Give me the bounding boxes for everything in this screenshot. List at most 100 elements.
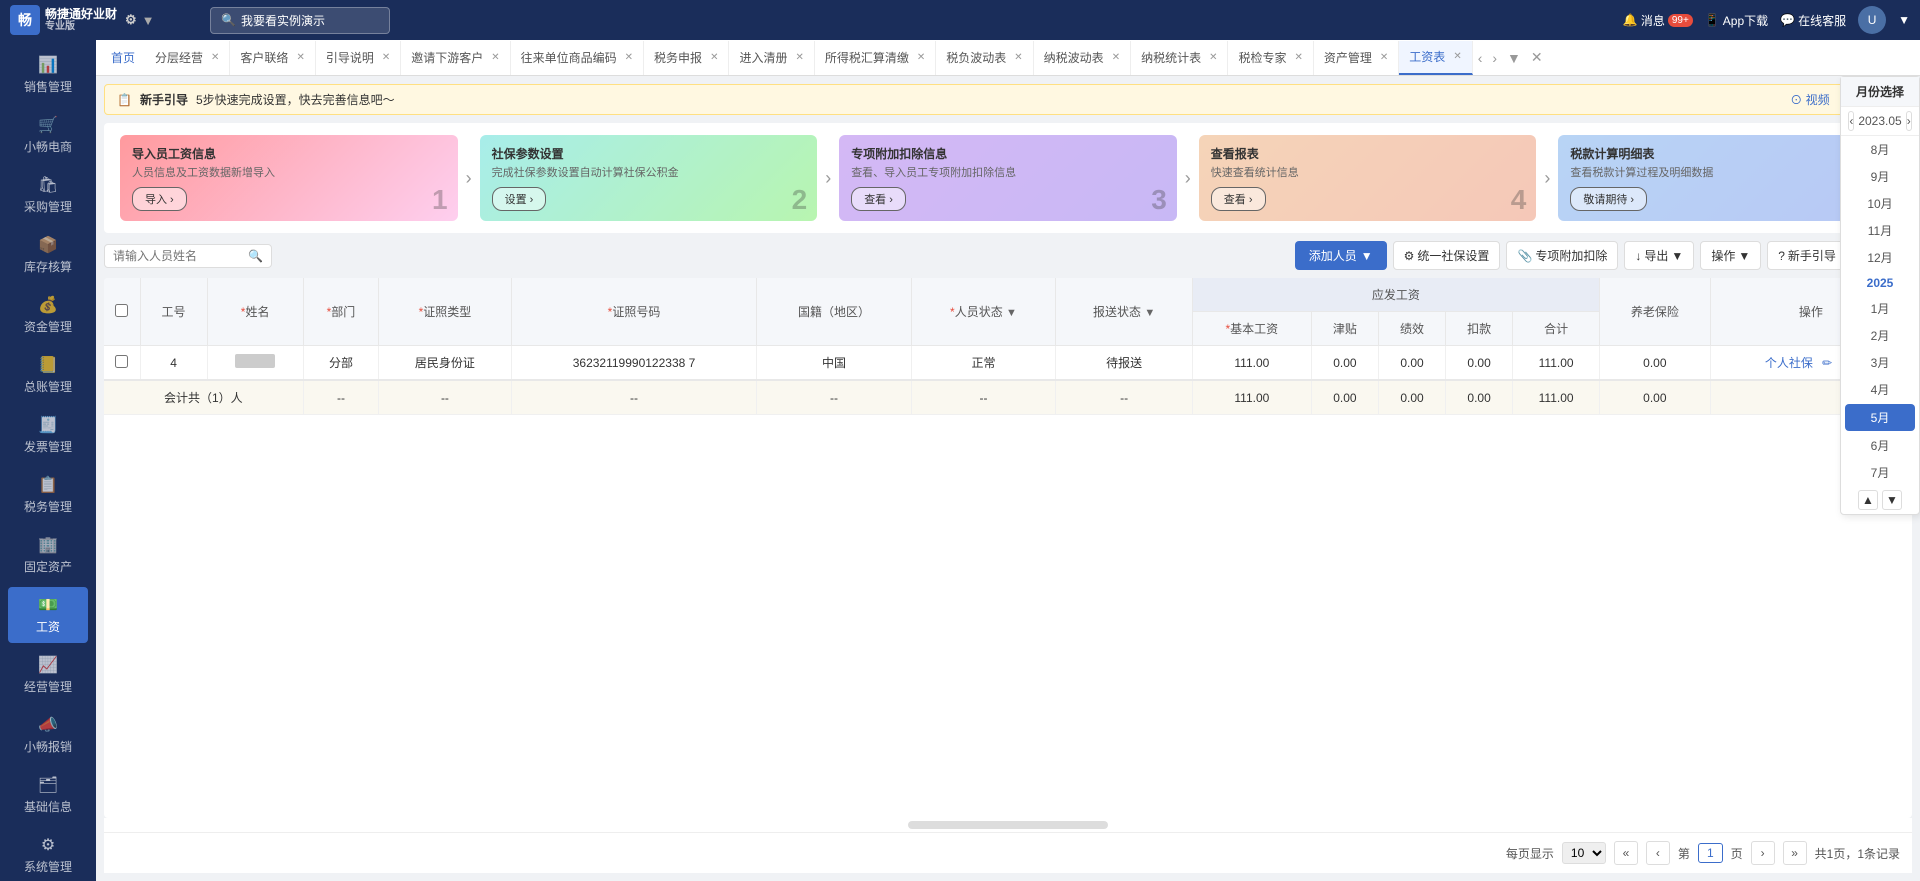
step-view2-btn[interactable]: 查看 › [1211, 187, 1266, 211]
summary-row: 会计共（1）人 -- -- -- -- -- -- 111.00 0.00 0.… [104, 380, 1912, 415]
tab-asset-management[interactable]: 资产管理 ✕ [1314, 41, 1399, 75]
personal-social-link[interactable]: 个人社保 [1765, 356, 1813, 370]
step-title: 导入员工资信息 [132, 145, 446, 162]
tab-tax-burden[interactable]: 税负波动表 ✕ [936, 41, 1033, 75]
first-page-btn[interactable]: « [1614, 841, 1638, 865]
tab-tax-expert[interactable]: 税检专家 ✕ [1228, 41, 1313, 75]
sidebar-item-purchase[interactable]: 🛍 采购管理 [8, 167, 88, 223]
operation-button[interactable]: 操作 ▼ [1700, 241, 1761, 270]
export-button[interactable]: ↓ 导出 ▼ [1624, 241, 1694, 270]
unified-social-button[interactable]: ⚙ 统一社保设置 [1393, 241, 1501, 270]
tab-tax-fluctuation[interactable]: 纳税波动表 ✕ [1034, 41, 1131, 75]
online-service-button[interactable]: 💬 在线客服 [1780, 12, 1846, 29]
month-scroll-down-btn[interactable]: ▼ [1882, 490, 1902, 510]
sidebar-item-ecommerce[interactable]: 🛒 小畅电商 [8, 107, 88, 163]
year-2025-item[interactable]: 2025 [1841, 271, 1919, 295]
tab-close-active-icon[interactable]: ✕ [1453, 51, 1461, 62]
tab-close-icon[interactable]: ✕ [491, 52, 499, 63]
month-item-1[interactable]: 1月 [1841, 295, 1919, 322]
tab-close-icon[interactable]: ✕ [710, 52, 718, 63]
month-item-9[interactable]: 9月 [1841, 163, 1919, 190]
step-import-btn[interactable]: 导入 › [132, 187, 187, 211]
tab-guide-desc[interactable]: 引导说明 ✕ [316, 41, 401, 75]
sidebar-item-salary[interactable]: 💵 工资 [8, 587, 88, 643]
tab-tax-statistics[interactable]: 纳税统计表 ✕ [1131, 41, 1228, 75]
tab-prev-btn[interactable]: ‹ [1473, 50, 1488, 66]
year-next-btn[interactable]: › [1906, 111, 1912, 131]
tab-close-icon[interactable]: ✕ [1209, 52, 1217, 63]
tab-close-icon[interactable]: ✕ [1295, 52, 1303, 63]
new-guide-button[interactable]: ? 新手引导 [1767, 241, 1847, 270]
sidebar-item-finance[interactable]: 💰 资金管理 [8, 287, 88, 343]
sidebar-item-basic[interactable]: 🗂 基础信息 [8, 767, 88, 823]
tab-next-btn[interactable]: › [1487, 50, 1502, 66]
tab-income-tax[interactable]: 所得税汇算清缴 ✕ [815, 41, 936, 75]
demo-search[interactable]: 🔍 我要看实例演示 [210, 7, 390, 34]
row-checkbox[interactable] [115, 355, 128, 368]
horizontal-scrollbar[interactable] [104, 818, 1912, 832]
special-deduction-button[interactable]: 📎 专项附加扣除 [1506, 241, 1618, 270]
tab-close-icon[interactable]: ✕ [795, 52, 803, 63]
month-item-4[interactable]: 4月 [1841, 376, 1919, 403]
tab-close-icon[interactable]: ✕ [917, 52, 925, 63]
month-scroll-up-btn[interactable]: ▲ [1858, 490, 1878, 510]
month-item-11[interactable]: 11月 [1841, 217, 1919, 244]
step-setup-btn[interactable]: 设置 › [492, 187, 547, 211]
search-icon[interactable]: 🔍 [248, 249, 263, 263]
tab-dropdown-btn[interactable]: ▼ [1502, 50, 1526, 66]
step-view-btn[interactable]: 查看 › [851, 187, 906, 211]
month-item-12[interactable]: 12月 [1841, 244, 1919, 271]
guide-video-link[interactable]: ⊙ 视频 [1790, 91, 1829, 108]
sidebar-item-invoice[interactable]: 🧾 发票管理 [8, 407, 88, 463]
month-item-7[interactable]: 7月 [1841, 459, 1919, 486]
per-page-select[interactable]: 10 20 50 [1562, 842, 1606, 864]
sidebar-item-marketing[interactable]: 📣 小畅报销 [8, 707, 88, 763]
tab-product-code[interactable]: 往来单位商品编码 ✕ [511, 41, 644, 75]
add-employee-button[interactable]: 添加人员 ▼ [1295, 241, 1387, 270]
sidebar-item-system[interactable]: ⚙ 系统管理 [8, 827, 88, 881]
app-download-button[interactable]: 📱 App下载 [1705, 12, 1768, 29]
tab-close-icon[interactable]: ✕ [382, 52, 390, 63]
tab-close-icon[interactable]: ✕ [1112, 52, 1120, 63]
next-page-btn[interactable]: › [1751, 841, 1775, 865]
employee-search-input[interactable] [113, 249, 243, 263]
select-all-checkbox[interactable] [115, 304, 128, 317]
sidebar-item-assets[interactable]: 🏢 固定资产 [8, 527, 88, 583]
tab-close-icon[interactable]: ✕ [625, 52, 633, 63]
month-item-8[interactable]: 8月 [1841, 136, 1919, 163]
tab-customer-contact[interactable]: 客户联络 ✕ [230, 41, 315, 75]
month-item-10[interactable]: 10月 [1841, 190, 1919, 217]
sidebar-item-tax[interactable]: 📋 税务管理 [8, 467, 88, 523]
summary-allowance: 0.00 [1311, 380, 1378, 415]
tab-close-icon[interactable]: ✕ [296, 52, 304, 63]
month-item-6[interactable]: 6月 [1841, 432, 1919, 459]
prev-page-btn[interactable]: ‹ [1646, 841, 1670, 865]
row-emp-id: 4 [140, 346, 207, 381]
tab-salary-table[interactable]: 工资表 ✕ [1399, 41, 1472, 75]
step-pending-btn[interactable]: 敬请期待 › [1570, 187, 1647, 211]
user-menu-btn[interactable]: ▼ [1898, 13, 1910, 27]
sidebar-item-operations[interactable]: 📈 经营管理 [8, 647, 88, 703]
tab-close-all-btn[interactable]: ✕ [1526, 49, 1548, 66]
notification-button[interactable]: 🔔 消息 99+ [1623, 12, 1693, 29]
tab-invite[interactable]: 邀请下游客户 ✕ [401, 41, 510, 75]
tab-close-icon[interactable]: ✕ [1380, 52, 1388, 63]
tab-close-icon[interactable]: ✕ [211, 52, 219, 63]
tab-tax-declaration[interactable]: 税务申报 ✕ [644, 41, 729, 75]
month-item-5-active[interactable]: 5月 [1845, 404, 1915, 431]
edit-icon[interactable]: ✏ [1822, 356, 1832, 370]
tab-home[interactable]: 首页 [101, 49, 145, 66]
tab-clearance[interactable]: 进入清册 ✕ [729, 41, 814, 75]
last-page-btn[interactable]: » [1783, 841, 1807, 865]
sidebar-item-ledger[interactable]: 📒 总账管理 [8, 347, 88, 403]
sidebar-item-inventory[interactable]: 📦 库存核算 [8, 227, 88, 283]
user-avatar[interactable]: U [1858, 6, 1886, 34]
year-prev-btn[interactable]: ‹ [1848, 111, 1854, 131]
month-item-3[interactable]: 3月 [1841, 349, 1919, 376]
tab-layered-management[interactable]: 分层经营 ✕ [145, 41, 230, 75]
sidebar-item-sales[interactable]: 📊 销售管理 [8, 47, 88, 103]
month-item-2[interactable]: 2月 [1841, 322, 1919, 349]
step-title: 查看报表 [1211, 145, 1525, 162]
settings-icon[interactable]: ⚙ [125, 12, 137, 28]
tab-close-icon[interactable]: ✕ [1014, 52, 1022, 63]
